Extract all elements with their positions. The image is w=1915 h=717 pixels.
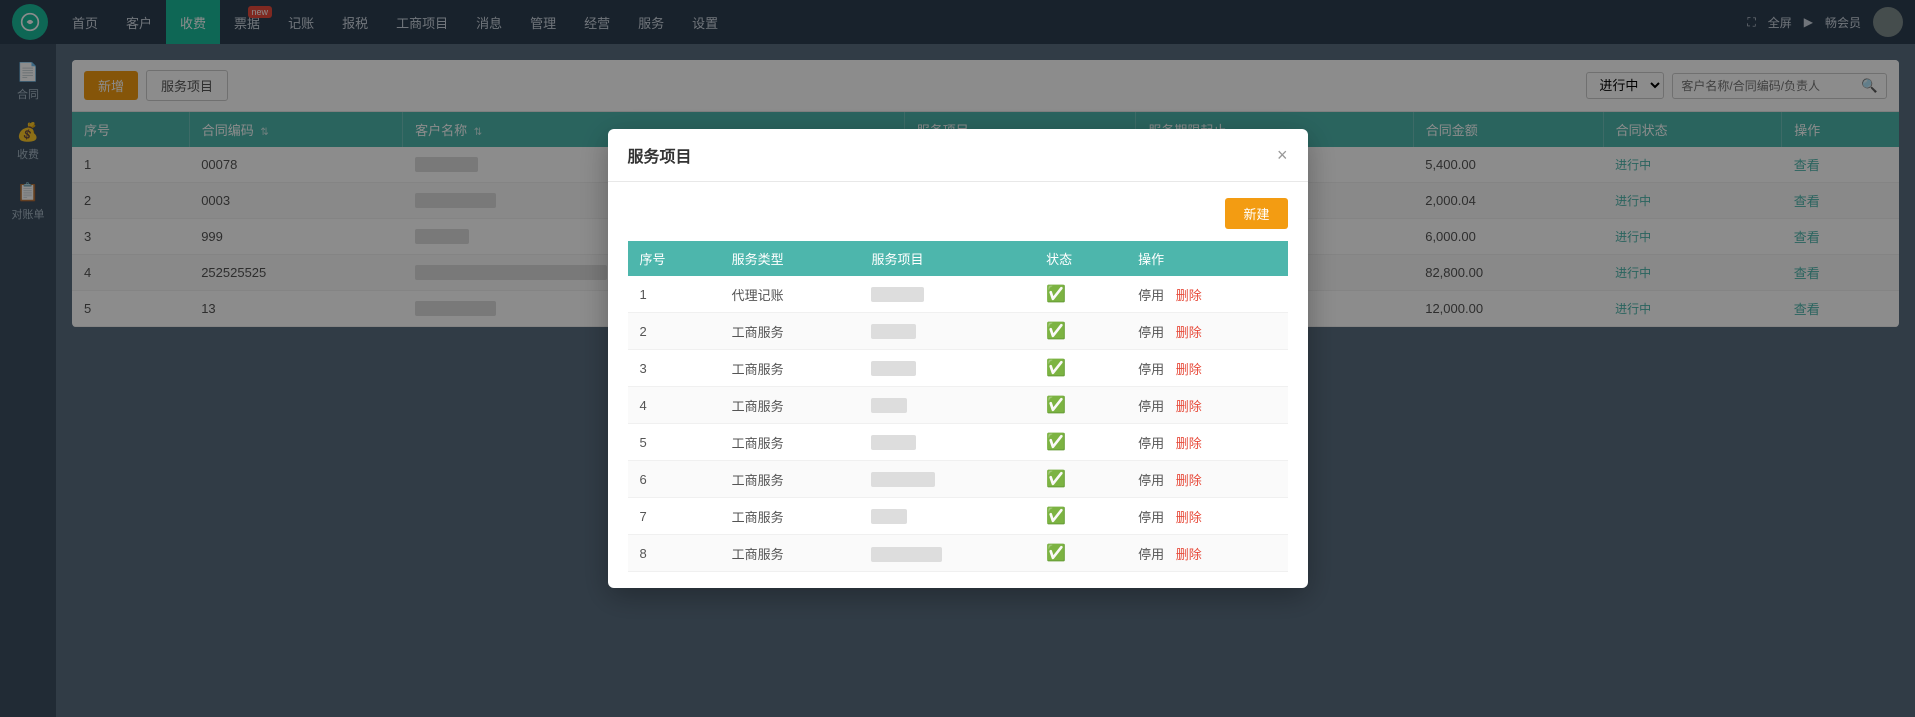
modal-cell-seq: 8 — [628, 535, 720, 572]
service-modal: 服务项目 × 新建 序号 服务类型 服务项目 状态 操作 1 代理记账 — [608, 129, 1308, 588]
modal-cell-type: 工商服务 — [720, 498, 860, 535]
modal-cell-type: 代理记账 — [720, 276, 860, 313]
modal-cell-type: 工商服务 — [720, 387, 860, 424]
modal-cell-action: 停用 删除 — [1126, 313, 1287, 350]
modal-cell-type: 工商服务 — [720, 424, 860, 461]
modal-cell-status: ✅ — [1034, 498, 1126, 535]
list-item: 1 代理记账 ████1 ✅ 停用 删除 — [628, 276, 1288, 313]
modal-col-item: 服务项目 — [859, 241, 1034, 276]
delete-button[interactable]: 删除 — [1176, 362, 1202, 377]
stop-button[interactable]: 停用 — [1138, 547, 1164, 562]
modal-cell-item: ██████ — [859, 461, 1034, 498]
modal-cell-seq: 3 — [628, 350, 720, 387]
stop-button[interactable]: 停用 — [1138, 288, 1164, 303]
modal-cell-item: ███ — [859, 387, 1034, 424]
modal-cell-status: ✅ — [1034, 535, 1126, 572]
modal-cell-seq: 2 — [628, 313, 720, 350]
modal-cell-status: ✅ — [1034, 387, 1126, 424]
modal-header: 服务项目 × — [608, 129, 1308, 182]
modal-col-type: 服务类型 — [720, 241, 860, 276]
stop-button[interactable]: 停用 — [1138, 399, 1164, 414]
stop-button[interactable]: 停用 — [1138, 436, 1164, 451]
modal-cell-seq: 7 — [628, 498, 720, 535]
delete-button[interactable]: 删除 — [1176, 436, 1202, 451]
modal-col-action: 操作 — [1126, 241, 1287, 276]
list-item: 8 工商服务 ████注册 ✅ 停用 删除 — [628, 535, 1288, 572]
list-item: 2 工商服务 ████ ✅ 停用 删除 — [628, 313, 1288, 350]
modal-cell-status: ✅ — [1034, 276, 1126, 313]
list-item: 6 工商服务 ██████ ✅ 停用 删除 — [628, 461, 1288, 498]
modal-cell-type: 工商服务 — [720, 350, 860, 387]
modal-col-status: 状态 — [1034, 241, 1126, 276]
modal-cell-action: 停用 删除 — [1126, 461, 1287, 498]
modal-cell-item: ████ — [859, 424, 1034, 461]
stop-button[interactable]: 停用 — [1138, 362, 1164, 377]
modal-cell-type: 工商服务 — [720, 535, 860, 572]
modal-cell-action: 停用 删除 — [1126, 276, 1287, 313]
list-item: 5 工商服务 ████ ✅ 停用 删除 — [628, 424, 1288, 461]
list-item: 3 工商服务 ████ ✅ 停用 删除 — [628, 350, 1288, 387]
delete-button[interactable]: 删除 — [1176, 473, 1202, 488]
modal-cell-action: 停用 删除 — [1126, 424, 1287, 461]
modal-cell-status: ✅ — [1034, 313, 1126, 350]
modal-body: 新建 序号 服务类型 服务项目 状态 操作 1 代理记账 ████1 ✅ 停用 … — [608, 182, 1308, 588]
modal-new-button[interactable]: 新建 — [1225, 198, 1287, 229]
modal-cell-item: ███ — [859, 498, 1034, 535]
modal-toolbar: 新建 — [628, 198, 1288, 229]
modal-cell-seq: 6 — [628, 461, 720, 498]
modal-col-seq: 序号 — [628, 241, 720, 276]
stop-button[interactable]: 停用 — [1138, 473, 1164, 488]
stop-button[interactable]: 停用 — [1138, 510, 1164, 525]
modal-table-header: 序号 服务类型 服务项目 状态 操作 — [628, 241, 1288, 276]
modal-cell-item: ████ — [859, 313, 1034, 350]
modal-cell-status: ✅ — [1034, 461, 1126, 498]
modal-cell-action: 停用 删除 — [1126, 350, 1287, 387]
modal-cell-action: 停用 删除 — [1126, 498, 1287, 535]
modal-overlay[interactable]: 服务项目 × 新建 序号 服务类型 服务项目 状态 操作 1 代理记账 — [0, 0, 1915, 717]
modal-cell-status: ✅ — [1034, 424, 1126, 461]
modal-cell-type: 工商服务 — [720, 313, 860, 350]
modal-cell-action: 停用 删除 — [1126, 535, 1287, 572]
service-table: 序号 服务类型 服务项目 状态 操作 1 代理记账 ████1 ✅ 停用 删除 … — [628, 241, 1288, 572]
modal-cell-action: 停用 删除 — [1126, 387, 1287, 424]
delete-button[interactable]: 删除 — [1176, 325, 1202, 340]
modal-cell-item: ████1 — [859, 276, 1034, 313]
modal-close-button[interactable]: × — [1277, 146, 1288, 164]
modal-cell-item: ████注册 — [859, 535, 1034, 572]
delete-button[interactable]: 删除 — [1176, 288, 1202, 303]
list-item: 4 工商服务 ███ ✅ 停用 删除 — [628, 387, 1288, 424]
modal-cell-item: ████ — [859, 350, 1034, 387]
modal-cell-seq: 5 — [628, 424, 720, 461]
delete-button[interactable]: 删除 — [1176, 547, 1202, 562]
modal-cell-seq: 4 — [628, 387, 720, 424]
modal-title: 服务项目 — [628, 143, 692, 167]
modal-cell-status: ✅ — [1034, 350, 1126, 387]
list-item: 7 工商服务 ███ ✅ 停用 删除 — [628, 498, 1288, 535]
delete-button[interactable]: 删除 — [1176, 399, 1202, 414]
modal-cell-type: 工商服务 — [720, 461, 860, 498]
modal-cell-seq: 1 — [628, 276, 720, 313]
delete-button[interactable]: 删除 — [1176, 510, 1202, 525]
stop-button[interactable]: 停用 — [1138, 325, 1164, 340]
